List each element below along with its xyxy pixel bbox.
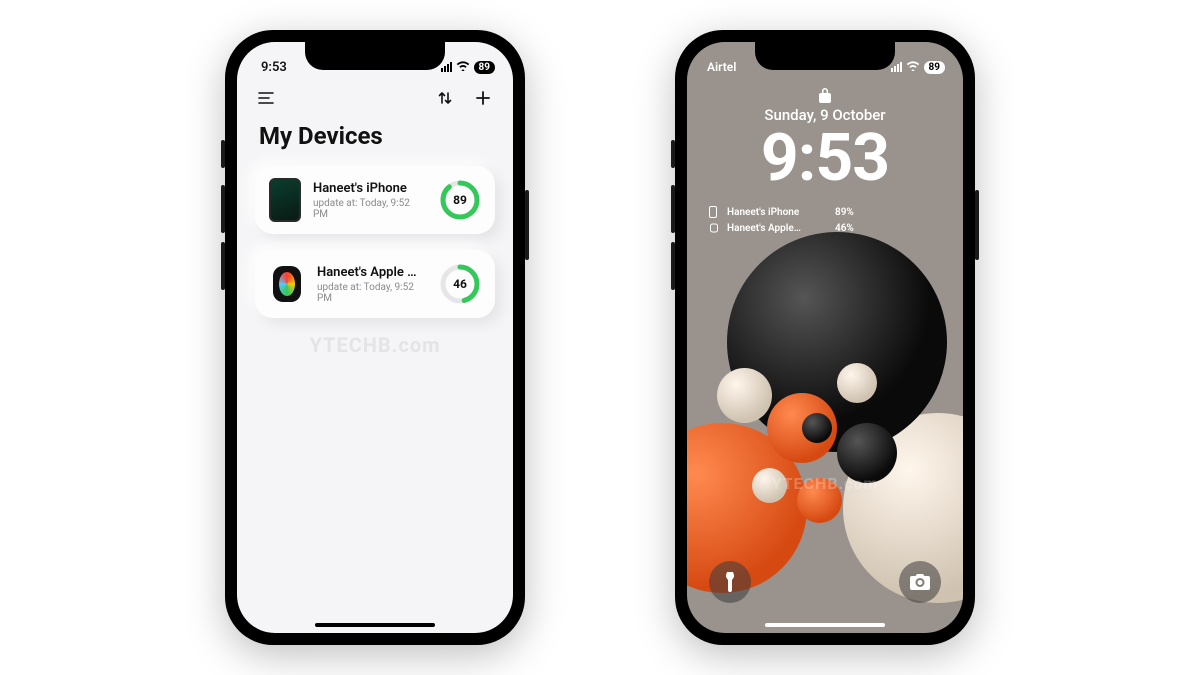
phone-icon xyxy=(709,206,719,218)
device-card[interactable]: Haneet's Apple Wat… update at: Today, 9:… xyxy=(255,250,495,318)
status-right: 89 xyxy=(891,60,945,74)
home-indicator[interactable] xyxy=(765,623,885,627)
phone-frame-left: 9:53 89 xyxy=(225,30,525,645)
widget-device-name: Haneet's Apple… xyxy=(727,223,827,234)
battery-ring: 46 xyxy=(439,263,481,305)
battery-value: 89 xyxy=(439,179,481,221)
device-thumbnail-watch xyxy=(269,262,305,306)
app-screen: 9:53 89 xyxy=(237,42,513,633)
home-indicator[interactable] xyxy=(315,623,435,627)
page-title: My Devices xyxy=(237,112,513,166)
cellular-signal-icon xyxy=(891,62,902,72)
battery-ring: 89 xyxy=(439,179,481,221)
carrier-label: Airtel xyxy=(707,60,736,74)
watch-icon xyxy=(709,222,719,234)
battery-percent: 89 xyxy=(479,62,490,73)
volume-down-button xyxy=(671,242,675,290)
device-info: Haneet's iPhone update at: Today, 9:52 P… xyxy=(313,181,427,220)
wallpaper-sphere xyxy=(837,423,897,483)
cellular-signal-icon xyxy=(441,62,452,72)
power-button xyxy=(975,190,979,260)
camera-button[interactable] xyxy=(899,561,941,603)
widget-device-value: 46% xyxy=(835,223,854,234)
status-time: 9:53 xyxy=(261,60,287,75)
mute-switch xyxy=(221,140,225,168)
lock-screen[interactable]: Airtel 89 Sunday, 9 October 9:53 xyxy=(687,42,963,633)
phone-frame-right: Airtel 89 Sunday, 9 October 9:53 xyxy=(675,30,975,645)
volume-up-button xyxy=(221,185,225,233)
device-thumbnail-iphone xyxy=(269,178,301,222)
watermark: YTECHB.com xyxy=(310,333,441,357)
menu-button[interactable] xyxy=(257,88,277,108)
lock-widgets[interactable]: Haneet's iPhone 89% Haneet's Apple… 46% xyxy=(709,206,963,234)
device-info: Haneet's Apple Wat… update at: Today, 9:… xyxy=(317,265,427,304)
notch xyxy=(755,42,895,70)
power-button xyxy=(525,190,529,260)
lock-icon xyxy=(818,86,832,104)
wallpaper-sphere xyxy=(837,363,877,403)
device-card[interactable]: Haneet's iPhone update at: Today, 9:52 P… xyxy=(255,166,495,234)
add-button[interactable] xyxy=(473,88,493,108)
battery-percent: 89 xyxy=(929,62,940,73)
app-toolbar xyxy=(237,82,513,112)
device-name: Haneet's Apple Wat… xyxy=(317,265,427,280)
device-name: Haneet's iPhone xyxy=(313,181,427,196)
battery-indicator: 89 xyxy=(924,61,945,74)
wallpaper-sphere xyxy=(717,368,772,423)
battery-value: 46 xyxy=(439,263,481,305)
wallpaper-sphere xyxy=(797,478,842,523)
wifi-icon xyxy=(906,60,920,74)
widget-row[interactable]: Haneet's Apple… 46% xyxy=(709,222,963,234)
mute-switch xyxy=(671,140,675,168)
widget-device-name: Haneet's iPhone xyxy=(727,207,827,218)
wallpaper-sphere xyxy=(752,468,787,503)
volume-up-button xyxy=(671,185,675,233)
device-subtitle: update at: Today, 9:52 PM xyxy=(317,282,427,304)
wifi-icon xyxy=(456,60,470,75)
lock-time: 9:53 xyxy=(687,126,963,192)
wallpaper-sphere xyxy=(727,232,947,452)
widget-device-value: 89% xyxy=(835,207,854,218)
notch xyxy=(305,42,445,70)
battery-indicator: 89 xyxy=(474,61,495,74)
flashlight-button[interactable] xyxy=(709,561,751,603)
wallpaper-sphere xyxy=(802,413,832,443)
sort-button[interactable] xyxy=(435,88,455,108)
widget-row[interactable]: Haneet's iPhone 89% xyxy=(709,206,963,218)
device-subtitle: update at: Today, 9:52 PM xyxy=(313,198,427,220)
volume-down-button xyxy=(221,242,225,290)
status-right: 89 xyxy=(441,60,495,75)
